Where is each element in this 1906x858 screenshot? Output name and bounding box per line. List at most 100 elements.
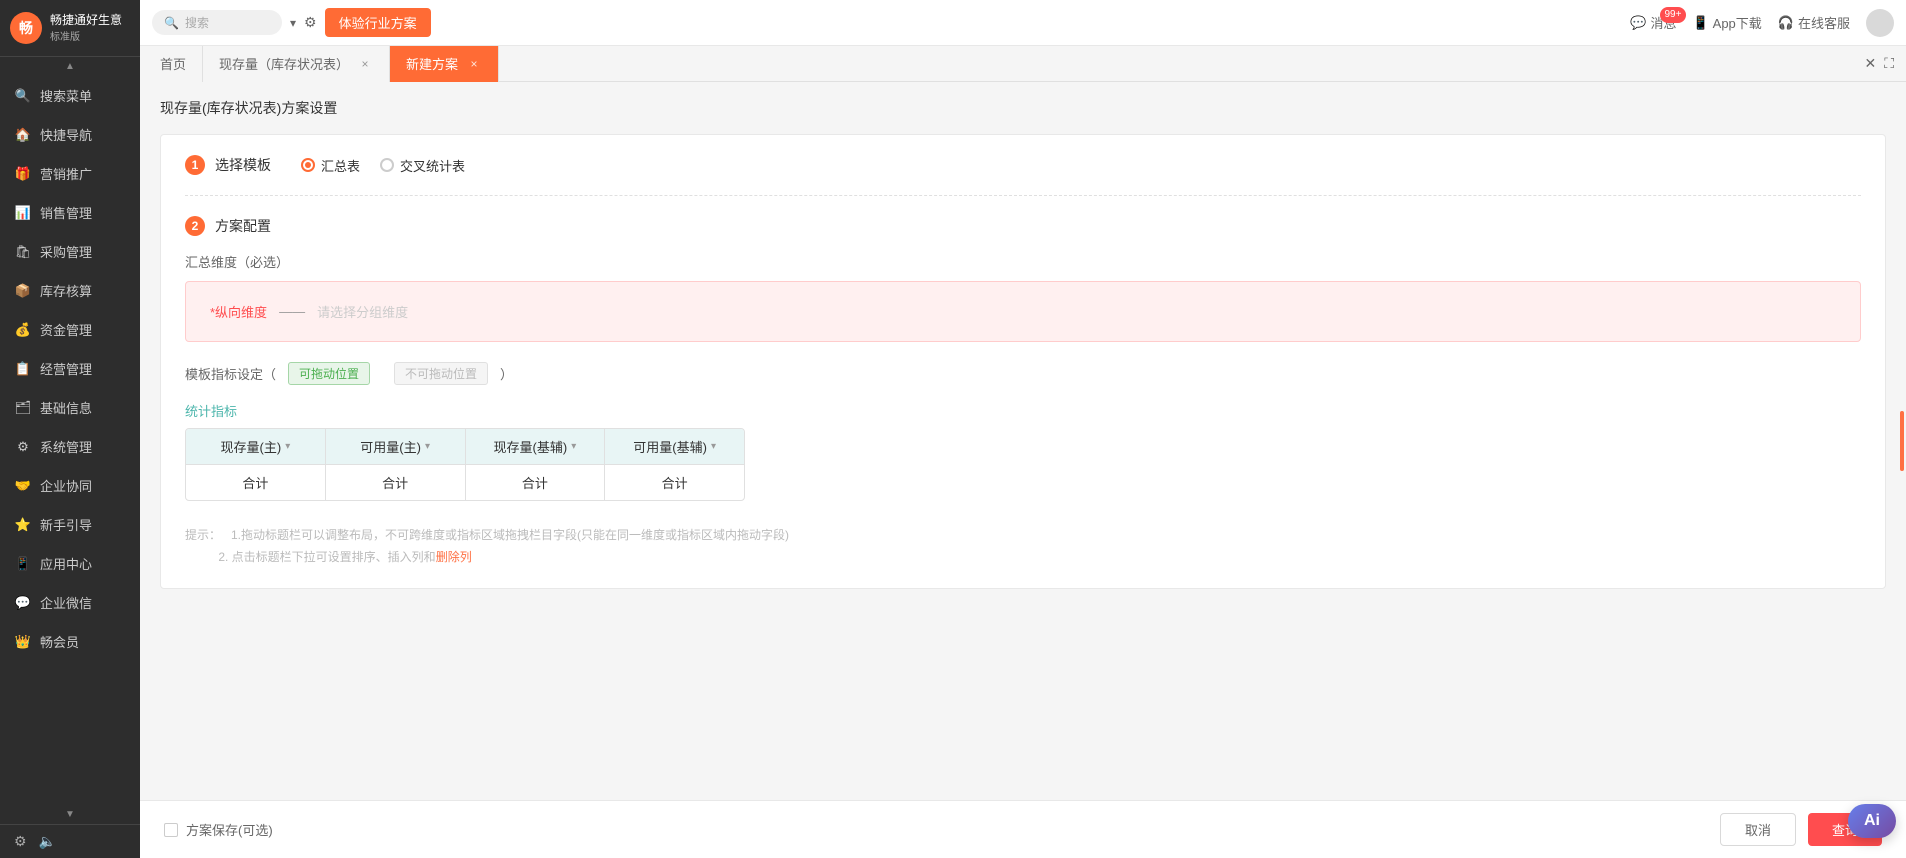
user-avatar[interactable] [1866,9,1894,37]
box-icon: 📦 [14,282,32,300]
app-download-icon: 📱 [1692,15,1708,31]
tip-title: 提示： 1.拖动标题栏可以调整布局，不可跨维度或指标区域拖拽栏目字段(只能在同一… [185,528,789,542]
sidebar-item-system[interactable]: ⚙ 系统管理 [0,427,140,466]
stats-col-1-header[interactable]: 现存量(主) ▾ [186,429,326,464]
radio-summary[interactable]: 汇总表 [301,156,360,175]
tab-new-scheme[interactable]: 新建方案 × [390,46,499,82]
sidebar-bottom: ⚙ 🔈 [0,824,140,858]
step2-content: 汇总维度（必选） *纵向维度 —— 请选择分组维度 模板指标设定（ 可拖动位置 … [185,252,1861,568]
search-topbar-placeholder: 搜索 [185,14,209,31]
stats-table: 现存量(主) ▾ 可用量(主) ▾ 现存量(基辅) ▾ [185,428,745,501]
sidebar-item-marketing[interactable]: 🎁 营销推广 [0,154,140,193]
sidebar-item-label: 企业微信 [40,593,92,612]
chat-icon: 💬 [14,594,32,612]
tab-inventory-status[interactable]: 现存量（库存状况表） × [203,46,390,82]
sidebar-item-label: 营销推广 [40,164,92,183]
mobile-icon: 📱 [14,555,32,573]
search-icon: 🔍 [14,87,32,105]
headset-icon: 🎧 [1778,15,1794,31]
template-radio-group: 汇总表 交叉统计表 [301,156,465,175]
save-checkbox[interactable] [164,823,178,837]
step2-title: 方案配置 [215,216,271,236]
main-area: 🔍 搜索 ▾ ⚙ 体验行业方案 💬 消息 99+ 📱 App下载 🎧 在线客服 [140,0,1906,858]
topbar-dropdown-icon[interactable]: ▾ [290,16,296,30]
topbar-app-download[interactable]: 📱 App下载 [1692,13,1761,32]
sidebar-item-guide[interactable]: ⭐ 新手引导 [0,505,140,544]
clipboard-icon: 📋 [14,360,32,378]
stats-col-4-chevron: ▾ [711,441,716,452]
gear-icon: ⚙ [14,438,32,456]
sidebar-item-label: 销售管理 [40,203,92,222]
tab-home-label: 首页 [160,54,186,73]
stats-section: 统计指标 现存量(主) ▾ 可用量(主) ▾ [185,401,1861,501]
tip-line-1: 提示： 1.拖动标题栏可以调整布局，不可跨维度或指标区域拖拽栏目字段(只能在同一… [185,525,1861,547]
sidebar-item-label: 基础信息 [40,398,92,417]
crown-icon: 👑 [14,633,32,651]
tips-section: 提示： 1.拖动标题栏可以调整布局，不可跨维度或指标区域拖拽栏目字段(只能在同一… [185,525,1861,568]
divider1 [185,195,1861,196]
radio-cross[interactable]: 交叉统计表 [380,156,465,175]
sidebar-scroll-up[interactable]: ▲ [0,57,140,76]
topbar-gear-icon[interactable]: ⚙ [304,14,317,31]
stats-col-4-header[interactable]: 可用量(基辅) ▾ [605,429,744,464]
stats-col-1-body: 合计 [186,465,326,500]
stats-col-1-label: 现存量(主) [221,437,282,456]
sidebar-item-apps[interactable]: 📱 应用中心 [0,544,140,583]
tabbar: 首页 现存量（库存状况表） × 新建方案 × ✕ ⛶ [140,46,1906,82]
sidebar-scroll-down[interactable]: ▼ [0,805,140,824]
tip-text-2: 2. 点击标题栏下拉可设置排序、插入列和删除列 [185,550,472,564]
indicator-suffix: ） [500,364,513,383]
settings-bottom-icon[interactable]: ⚙ [14,833,27,850]
topbar-search-box[interactable]: 🔍 搜索 [152,10,282,35]
sidebar-item-basic[interactable]: 🗂 基础信息 [0,388,140,427]
stats-col-3-header[interactable]: 现存量(基辅) ▾ [466,429,606,464]
sidebar-item-shortcut[interactable]: 🏠 快捷导航 [0,115,140,154]
stats-col-2-chevron: ▾ [425,441,430,452]
page-title: 现存量(库存状况表)方案设置 [160,98,1886,118]
message-badge: 99+ [1660,7,1687,23]
tab-inventory-close[interactable]: × [357,56,373,72]
sidebar: 畅 畅捷通好生意 标准版 ▲ 🔍 搜索菜单 🏠 快捷导航 🎁 营销推广 📊 销售… [0,0,140,858]
win-close-icon[interactable]: ✕ [1864,55,1876,72]
logo-icon: 畅 [10,12,42,44]
sound-bottom-icon[interactable]: 🔈 [39,833,56,850]
sidebar-item-sales[interactable]: 📊 销售管理 [0,193,140,232]
sidebar-nav: 🔍 搜索菜单 🏠 快捷导航 🎁 营销推广 📊 销售管理 🛍 采购管理 📦 库存核… [0,76,140,805]
sidebar-item-search[interactable]: 🔍 搜索菜单 [0,76,140,115]
stats-col-3-label: 现存量(基辅) [494,437,568,456]
dimension-row: *纵向维度 —— 请选择分组维度 [210,302,1836,321]
sidebar-item-member[interactable]: 👑 畅会员 [0,622,140,661]
save-option: 方案保存(可选) [164,820,273,839]
topbar-online-service[interactable]: 🎧 在线客服 [1778,13,1850,32]
sidebar-item-coop[interactable]: 🤝 企业协同 [0,466,140,505]
sidebar-item-label: 库存核算 [40,281,92,300]
tab-new-scheme-label: 新建方案 [406,54,458,73]
sidebar-item-label: 新手引导 [40,515,92,534]
bottom-bar: 方案保存(可选) 取消 查询 [140,800,1906,858]
sidebar-item-label: 搜索菜单 [40,86,92,105]
ai-fab-button[interactable]: Ai [1848,804,1896,838]
gift-icon: 🎁 [14,165,32,183]
step1-title: 选择模板 [215,155,271,175]
star-icon: ⭐ [14,516,32,534]
tab-home[interactable]: 首页 [140,46,203,82]
stats-col-2-header[interactable]: 可用量(主) ▾ [326,429,466,464]
win-expand-icon[interactable]: ⛶ [1884,55,1894,72]
dimension-placeholder[interactable]: 请选择分组维度 [317,302,408,321]
sidebar-item-purchase[interactable]: 🛍 采购管理 [0,232,140,271]
trial-button[interactable]: 体验行业方案 [325,8,431,37]
dimension-dash: —— [279,304,305,319]
ai-fab-label: Ai [1864,812,1880,830]
sidebar-item-operation[interactable]: 📋 经营管理 [0,349,140,388]
sidebar-item-label: 应用中心 [40,554,92,573]
tab-new-scheme-close[interactable]: × [466,56,482,72]
sidebar-item-finance[interactable]: 💰 资金管理 [0,310,140,349]
content-area: 现存量(库存状况表)方案设置 1 选择模板 汇总表 交叉统计表 [140,82,1906,800]
sidebar-item-label: 经营管理 [40,359,92,378]
topbar-message[interactable]: 💬 消息 99+ [1630,13,1676,32]
sidebar-item-inventory[interactable]: 📦 库存核算 [0,271,140,310]
sidebar-item-wechat[interactable]: 💬 企业微信 [0,583,140,622]
cancel-button[interactable]: 取消 [1720,813,1796,846]
chip-draggable: 可拖动位置 [288,362,370,385]
indicator-label: 模板指标设定（ [185,364,276,383]
